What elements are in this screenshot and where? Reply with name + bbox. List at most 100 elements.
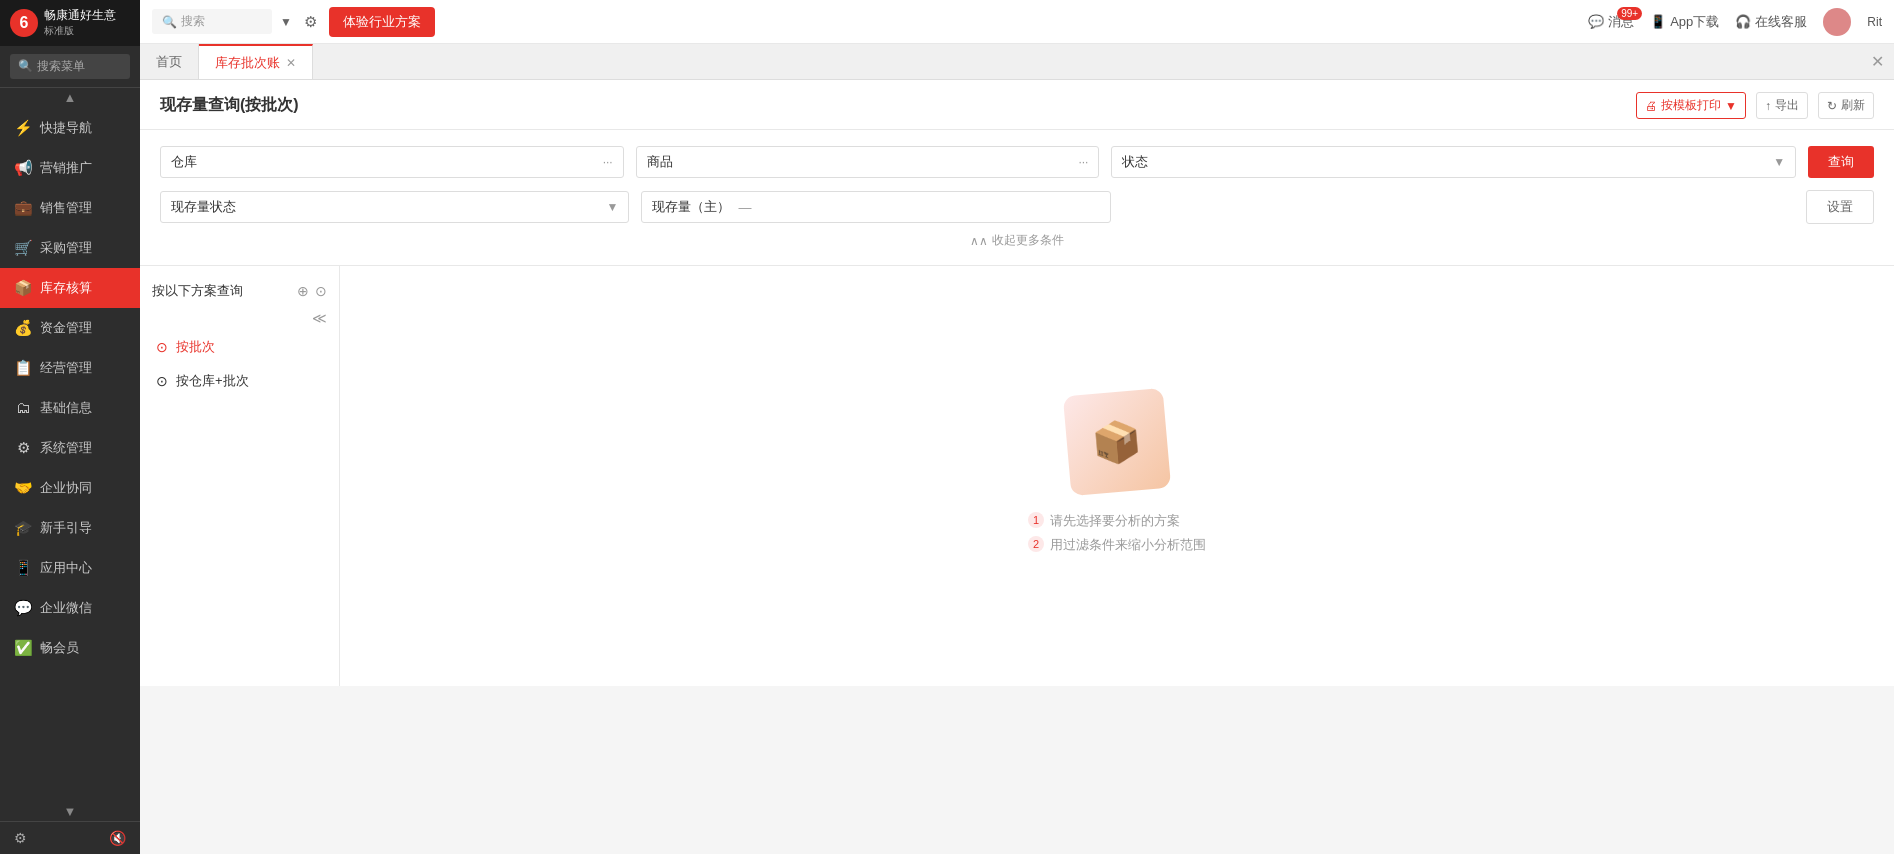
hint-item-2: 2 用过滤条件来缩小分析范围 <box>1028 536 1206 554</box>
lp-add-icon[interactable]: ⊕ <box>297 283 309 299</box>
messages-btn[interactable]: 💬 消息 99+ <box>1588 13 1634 31</box>
sidebar-item-purchase[interactable]: 🛒 采购管理 <box>0 228 140 268</box>
sidebar-item-finance[interactable]: 💰 资金管理 <box>0 308 140 348</box>
sidebar: 6 畅康通好生意 标准版 🔍 搜索菜单 ▲ ⚡ 快捷导航 📢 营销推广 💼 销售… <box>0 0 140 854</box>
sidebar-item-enterprise[interactable]: 🤝 企业协同 <box>0 468 140 508</box>
export-btn[interactable]: ↑ 导出 <box>1756 92 1808 119</box>
online-service-btn[interactable]: 🎧 在线客服 <box>1735 13 1807 31</box>
empty-hints: 1 请先选择要分析的方案 2 用过滤条件来缩小分析范围 <box>1028 512 1206 560</box>
headset-icon: 🎧 <box>1735 14 1751 29</box>
sidebar-item-label: 企业协同 <box>40 479 92 497</box>
product-more: ··· <box>1078 155 1088 169</box>
topbar-gear-icon[interactable]: ⚙ <box>304 13 317 31</box>
collapse-label: 收起更多条件 <box>992 232 1064 249</box>
main-content: 📦 1 请先选择要分析的方案 2 用过滤条件来缩小分析范围 <box>340 266 1894 686</box>
topbar-search-box[interactable]: 🔍 搜索 <box>152 9 272 34</box>
refresh-icon: ↻ <box>1827 99 1837 113</box>
lp-collapse: ≪ <box>140 306 339 330</box>
stock-status-dropdown-icon: ▼ <box>607 200 619 214</box>
sidebar-item-operations[interactable]: 📋 经营管理 <box>0 348 140 388</box>
sidebar-item-label: 新手引导 <box>40 519 92 537</box>
tab-close-icon[interactable]: ✕ <box>286 56 296 70</box>
sidebar-item-wecom[interactable]: 💬 企业微信 <box>0 588 140 628</box>
sidebar-scroll-up[interactable]: ▲ <box>0 88 140 108</box>
tabs-close-all-btn[interactable]: ✕ <box>1871 52 1884 71</box>
message-icon: 💬 <box>1588 14 1604 29</box>
sidebar-logo: 6 <box>10 9 38 37</box>
left-panel-header: 按以下方案查询 ⊕ ⊙ <box>140 276 339 306</box>
topbar-dropdown-arrow[interactable]: ▼ <box>280 15 292 29</box>
sidebar-item-label: 销售管理 <box>40 199 92 217</box>
stock-qty-filter[interactable]: 现存量（主） — <box>641 191 1110 223</box>
sidebar-search-input[interactable]: 🔍 搜索菜单 <box>10 54 130 79</box>
marketing-icon: 📢 <box>14 159 32 177</box>
lp-collapse-icon[interactable]: ≪ <box>312 310 327 326</box>
collapse-btn[interactable]: ∧∧ 收起更多条件 <box>160 232 1874 249</box>
quicknav-icon: ⚡ <box>14 119 32 137</box>
sidebar-header: 6 畅康通好生意 标准版 <box>0 0 140 46</box>
sidebar-search-section: 🔍 搜索菜单 <box>0 46 140 88</box>
tab-home-label: 首页 <box>156 53 182 71</box>
hint-num-2: 2 <box>1028 536 1044 552</box>
tabs-bar: 首页 库存批次账 ✕ ✕ <box>140 44 1894 80</box>
sidebar-item-label: 畅会员 <box>40 639 79 657</box>
sidebar-item-inventory[interactable]: 📦 库存核算 <box>0 268 140 308</box>
topbar: 🔍 搜索 ▼ ⚙ 体验行业方案 💬 消息 99+ 📱 App下载 🎧 在线客服 … <box>140 0 1894 44</box>
lp-settings-icon[interactable]: ⊙ <box>315 283 327 299</box>
sidebar-footer: ⚙ 🔇 <box>0 821 140 854</box>
warehouse-filter[interactable]: 仓库 ··· <box>160 146 624 178</box>
stock-qty-label: 现存量（主） <box>652 198 730 216</box>
trial-button[interactable]: 体验行业方案 <box>329 7 435 37</box>
settings-footer-icon[interactable]: ⚙ <box>14 830 27 846</box>
lp-item-batch[interactable]: ⊙ 按批次 <box>140 330 339 364</box>
sidebar-company: 畅康通好生意 <box>44 8 116 24</box>
hint-item-1: 1 请先选择要分析的方案 <box>1028 512 1206 530</box>
empty-state: 📦 1 请先选择要分析的方案 2 用过滤条件来缩小分析范围 <box>340 266 1894 686</box>
audio-footer-icon[interactable]: 🔇 <box>109 830 126 846</box>
lp-item-warehouse-batch[interactable]: ⊙ 按仓库+批次 <box>140 364 339 398</box>
page-title-row: 现存量查询(按批次) 🖨 按模板打印 ▼ ↑ 导出 ↻ 刷新 <box>160 92 1874 129</box>
page-header: 现存量查询(按批次) 🖨 按模板打印 ▼ ↑ 导出 ↻ 刷新 <box>140 80 1894 130</box>
sidebar-item-system[interactable]: ⚙ 系统管理 <box>0 428 140 468</box>
print-icon: 🖨 <box>1645 99 1657 113</box>
page-actions: 🖨 按模板打印 ▼ ↑ 导出 ↻ 刷新 <box>1636 92 1874 119</box>
status-filter[interactable]: 状态 ▼ <box>1111 146 1796 178</box>
warehouse-label: 仓库 <box>171 153 197 171</box>
stock-status-filter[interactable]: 现存量状态 ▼ <box>160 191 629 223</box>
sidebar-item-appcenter[interactable]: 📱 应用中心 <box>0 548 140 588</box>
tab-home[interactable]: 首页 <box>140 44 199 79</box>
basic-icon: 🗂 <box>14 399 32 416</box>
empty-illustration: 📦 <box>1063 388 1171 496</box>
sidebar-item-sales[interactable]: 💼 销售管理 <box>0 188 140 228</box>
print-btn[interactable]: 🖨 按模板打印 ▼ <box>1636 92 1746 119</box>
print-dropdown-icon: ▼ <box>1725 99 1737 113</box>
sidebar-item-label: 采购管理 <box>40 239 92 257</box>
sidebar-item-quicknav[interactable]: ⚡ 快捷导航 <box>0 108 140 148</box>
main-area: 🔍 搜索 ▼ ⚙ 体验行业方案 💬 消息 99+ 📱 App下载 🎧 在线客服 … <box>140 0 1894 854</box>
app-download-btn[interactable]: 📱 App下载 <box>1650 13 1719 31</box>
finance-icon: 💰 <box>14 319 32 337</box>
query-btn[interactable]: 查询 <box>1808 146 1874 178</box>
stock-qty-separator: — <box>738 200 751 215</box>
sidebar-item-label: 经营管理 <box>40 359 92 377</box>
sidebar-scroll-down[interactable]: ▼ <box>0 801 140 821</box>
settings-btn[interactable]: 设置 <box>1806 190 1874 224</box>
collapse-up-icon: ∧∧ <box>970 234 988 248</box>
warehouse-more: ··· <box>603 155 613 169</box>
app-download-label: App下载 <box>1670 13 1719 31</box>
sidebar-search-label: 搜索菜单 <box>37 58 85 75</box>
topbar-search-placeholder: 搜索 <box>181 13 205 30</box>
page-title: 现存量查询(按批次) <box>160 95 299 116</box>
service-label: 在线客服 <box>1755 13 1807 31</box>
filter-area: 仓库 ··· 商品 ··· 状态 ▼ 查询 <box>140 130 1894 266</box>
product-filter[interactable]: 商品 ··· <box>636 146 1100 178</box>
tab-batch[interactable]: 库存批次账 ✕ <box>199 44 313 79</box>
sidebar-item-marketing[interactable]: 📢 营销推广 <box>0 148 140 188</box>
sidebar-item-basic[interactable]: 🗂 基础信息 <box>0 388 140 428</box>
sidebar-item-member[interactable]: ✅ 畅会员 <box>0 628 140 668</box>
user-avatar[interactable] <box>1823 8 1851 36</box>
system-icon: ⚙ <box>14 439 32 457</box>
refresh-btn[interactable]: ↻ 刷新 <box>1818 92 1874 119</box>
hint-text-1: 请先选择要分析的方案 <box>1050 512 1180 530</box>
sidebar-item-newbie[interactable]: 🎓 新手引导 <box>0 508 140 548</box>
